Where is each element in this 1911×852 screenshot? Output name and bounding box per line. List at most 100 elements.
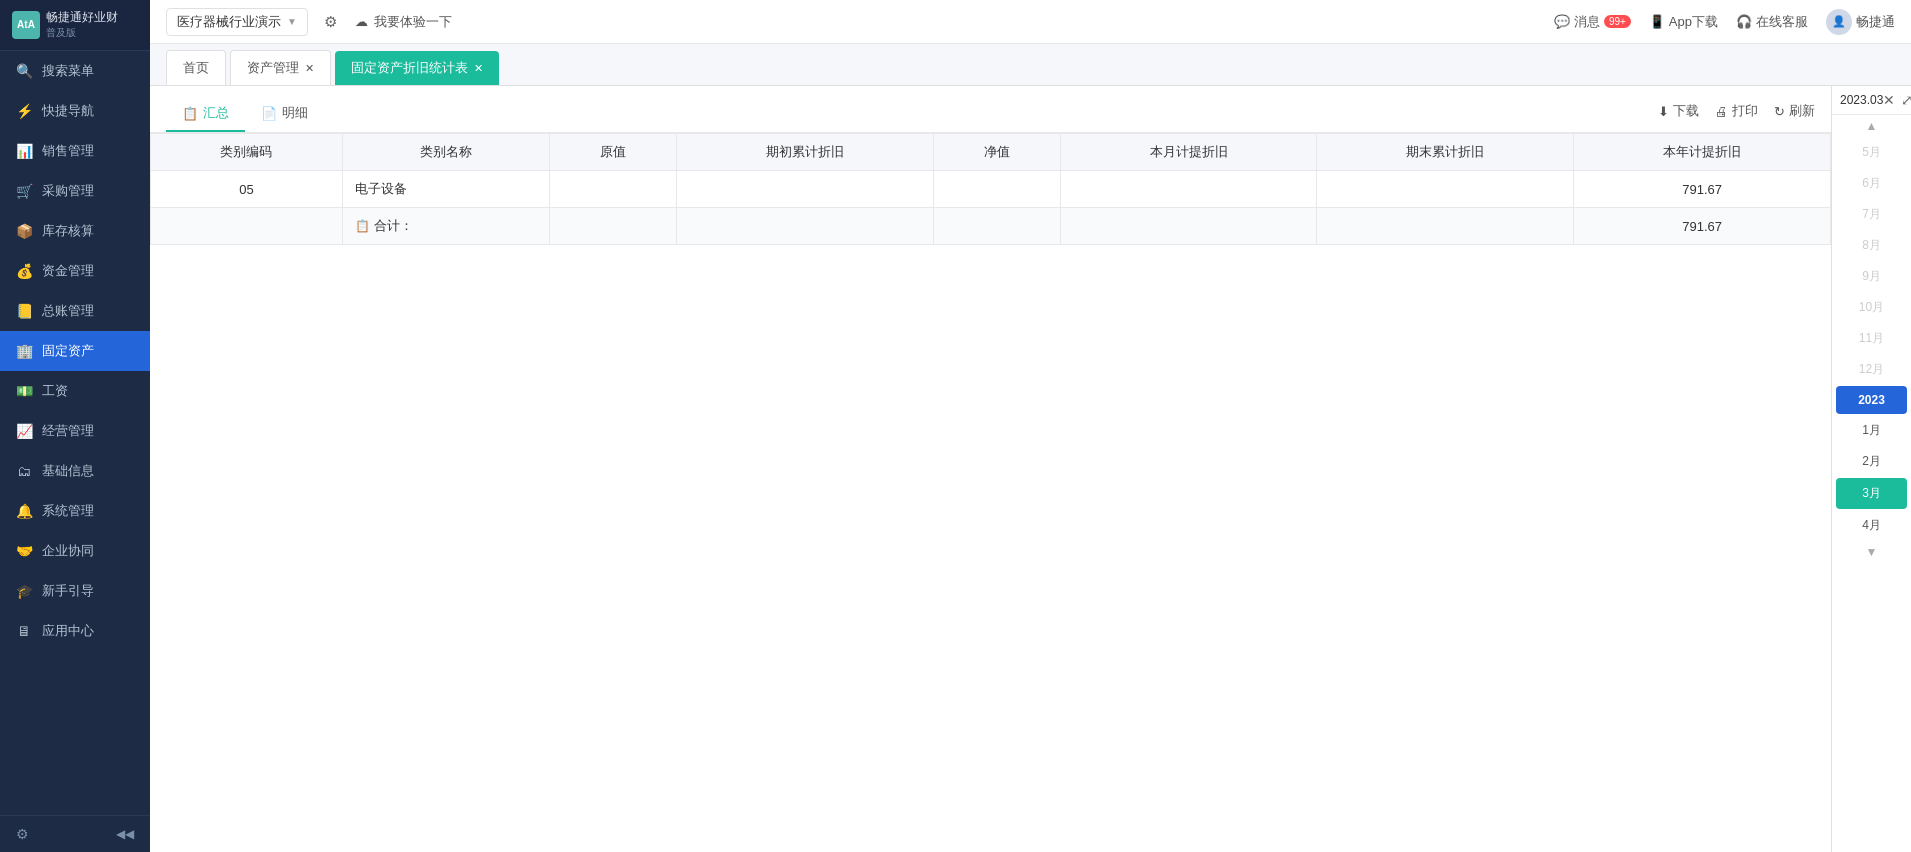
- refresh-label: 刷新: [1789, 102, 1815, 120]
- company-name: 医疗器械行业演示: [177, 13, 281, 31]
- depreciation-table: 类别编码 类别名称 原值 期初累计折旧 净值 本月计提折旧 期末累计折旧 本年计…: [150, 133, 1831, 245]
- date-month-1[interactable]: 1月: [1832, 415, 1911, 446]
- sidebar-icon-quicknav: ⚡: [16, 103, 32, 119]
- sidebar-item-purchase[interactable]: 🛒 采购管理: [0, 171, 150, 211]
- sidebar-item-funds[interactable]: 💰 资金管理: [0, 251, 150, 291]
- app-download-button[interactable]: 📱 App下载: [1649, 13, 1718, 31]
- sidebar-icon-ledger: 📒: [16, 303, 32, 319]
- sidebar-item-sales[interactable]: 📊 销售管理: [0, 131, 150, 171]
- date-panel-close-icon[interactable]: ✕: [1883, 92, 1895, 108]
- sidebar-icon-search: 🔍: [16, 63, 32, 79]
- print-button[interactable]: 🖨 打印: [1715, 102, 1758, 120]
- sidebar-label-fixed-assets: 固定资产: [42, 342, 94, 360]
- sidebar-item-quicknav[interactable]: ⚡ 快捷导航: [0, 91, 150, 131]
- total-empty: [151, 208, 343, 245]
- sidebar-item-payroll[interactable]: 💵 工资: [0, 371, 150, 411]
- sidebar-label-inventory: 库存核算: [42, 222, 94, 240]
- tab-depreciation[interactable]: 固定资产折旧统计表 ✕: [335, 51, 499, 85]
- collapse-icon[interactable]: ◀◀: [116, 827, 134, 841]
- date-month-7[interactable]: 7月: [1832, 199, 1911, 230]
- download-button[interactable]: ⬇ 下载: [1658, 102, 1699, 120]
- company-selector[interactable]: 医疗器械行业演示 ▼: [166, 8, 308, 36]
- date-month-12[interactable]: 12月: [1832, 354, 1911, 385]
- company-dropdown-icon: ▼: [287, 16, 297, 27]
- sidebar-item-guide[interactable]: 🎓 新手引导: [0, 571, 150, 611]
- user-menu[interactable]: 👤 畅捷通: [1826, 9, 1895, 35]
- tab-asset-mgmt-close[interactable]: ✕: [305, 62, 314, 75]
- sidebar-label-search: 搜索菜单: [42, 62, 94, 80]
- row-yearly-dep: 791.67: [1574, 171, 1831, 208]
- refresh-icon: ↻: [1774, 104, 1785, 119]
- download-label: 下载: [1673, 102, 1699, 120]
- topbar: 医疗器械行业演示 ▼ ⚙ ☁ 我要体验一下 💬 消息 99+ 📱 App下载 🎧…: [150, 0, 1911, 44]
- print-icon: 🖨: [1715, 104, 1728, 119]
- sidebar-icon-purchase: 🛒: [16, 183, 32, 199]
- tab-asset-mgmt[interactable]: 资产管理 ✕: [230, 50, 331, 85]
- date-scroll-up[interactable]: ▲: [1832, 115, 1911, 137]
- refresh-button[interactable]: ↻ 刷新: [1774, 102, 1815, 120]
- subtab-bar: 📋 汇总 📄 明细 ⬇ 下载 🖨 打印: [150, 86, 1831, 133]
- row-monthly-dep: [1060, 171, 1317, 208]
- date-month-2[interactable]: 2月: [1832, 446, 1911, 477]
- online-service-button[interactable]: 🎧 在线客服: [1736, 13, 1808, 31]
- service-icon: 🎧: [1736, 14, 1752, 29]
- tab-asset-mgmt-label: 资产管理: [247, 59, 299, 77]
- logo-title: 畅捷通好业财: [46, 10, 118, 26]
- sidebar-item-app-center[interactable]: 🖥 应用中心: [0, 611, 150, 651]
- col-original: 原值: [549, 134, 676, 171]
- date-month-6[interactable]: 6月: [1832, 168, 1911, 199]
- sidebar-item-ledger[interactable]: 📒 总账管理: [0, 291, 150, 331]
- date-month-10[interactable]: 10月: [1832, 292, 1911, 323]
- message-button[interactable]: 💬 消息 99+: [1554, 13, 1631, 31]
- row-period-dep: [1317, 171, 1574, 208]
- print-label: 打印: [1732, 102, 1758, 120]
- subtab-detail[interactable]: 📄 明细: [245, 96, 324, 132]
- subtab-left: 📋 汇总 📄 明细: [166, 96, 324, 132]
- date-month-8[interactable]: 8月: [1832, 230, 1911, 261]
- date-panel-expand-icon[interactable]: ⤢: [1901, 92, 1911, 108]
- main-area: 医疗器械行业演示 ▼ ⚙ ☁ 我要体验一下 💬 消息 99+ 📱 App下载 🎧…: [150, 0, 1911, 852]
- date-scroll-down[interactable]: ▼: [1832, 541, 1911, 563]
- sidebar-label-funds: 资金管理: [42, 262, 94, 280]
- date-panel-header: 2023.03 ✕ ⤢: [1832, 86, 1911, 115]
- sidebar-item-operations[interactable]: 📈 经营管理: [0, 411, 150, 451]
- tab-home[interactable]: 首页: [166, 50, 226, 85]
- logo-icon: AtA: [12, 11, 40, 39]
- total-original: [549, 208, 676, 245]
- sidebar-label-ledger: 总账管理: [42, 302, 94, 320]
- sidebar-icon-payroll: 💵: [16, 383, 32, 399]
- date-panel: 2023.03 ✕ ⤢ ▲ 5月 6月 7月 8月 9月 10月 11月 12月…: [1831, 86, 1911, 852]
- sidebar-item-inventory[interactable]: 📦 库存核算: [0, 211, 150, 251]
- sidebar-item-base[interactable]: 🗂 基础信息: [0, 451, 150, 491]
- date-month-11[interactable]: 11月: [1832, 323, 1911, 354]
- date-year-label[interactable]: 2023: [1836, 386, 1907, 414]
- subtab-detail-label: 明细: [282, 104, 308, 122]
- settings-icon[interactable]: ⚙: [16, 826, 29, 842]
- total-monthly: [1060, 208, 1317, 245]
- topbar-right: 💬 消息 99+ 📱 App下载 🎧 在线客服 👤 畅捷通: [1554, 9, 1895, 35]
- sidebar-item-collab[interactable]: 🤝 企业协同: [0, 531, 150, 571]
- total-net: [933, 208, 1060, 245]
- sidebar-icon-fixed-assets: 🏢: [16, 343, 32, 359]
- total-row: 📋 合计： 791.67: [151, 208, 1831, 245]
- experience-button[interactable]: ☁ 我要体验一下: [355, 13, 452, 31]
- settings-icon[interactable]: ⚙: [324, 13, 337, 31]
- sidebar-item-system[interactable]: 🔔 系统管理: [0, 491, 150, 531]
- total-yearly: 791.67: [1574, 208, 1831, 245]
- message-label: 消息: [1574, 13, 1600, 31]
- subtab-summary[interactable]: 📋 汇总: [166, 96, 245, 132]
- date-month-5[interactable]: 5月: [1832, 137, 1911, 168]
- date-month-4[interactable]: 4月: [1832, 510, 1911, 541]
- sidebar-item-fixed-assets[interactable]: 🏢 固定资产: [0, 331, 150, 371]
- message-icon: 💬: [1554, 14, 1570, 29]
- sidebar: AtA 畅捷通好业财 普及版 🔍 搜索菜单 ⚡ 快捷导航 📊 销售管理 🛒 采购…: [0, 0, 150, 852]
- experience-label: 我要体验一下: [374, 13, 452, 31]
- cloud-icon: ☁: [355, 14, 368, 29]
- sidebar-label-purchase: 采购管理: [42, 182, 94, 200]
- date-month-3[interactable]: 3月: [1836, 478, 1907, 509]
- download-icon: ⬇: [1658, 104, 1669, 119]
- date-panel-title: 2023.03: [1840, 93, 1883, 107]
- sidebar-item-search[interactable]: 🔍 搜索菜单: [0, 51, 150, 91]
- tab-depreciation-close[interactable]: ✕: [474, 62, 483, 75]
- date-month-9[interactable]: 9月: [1832, 261, 1911, 292]
